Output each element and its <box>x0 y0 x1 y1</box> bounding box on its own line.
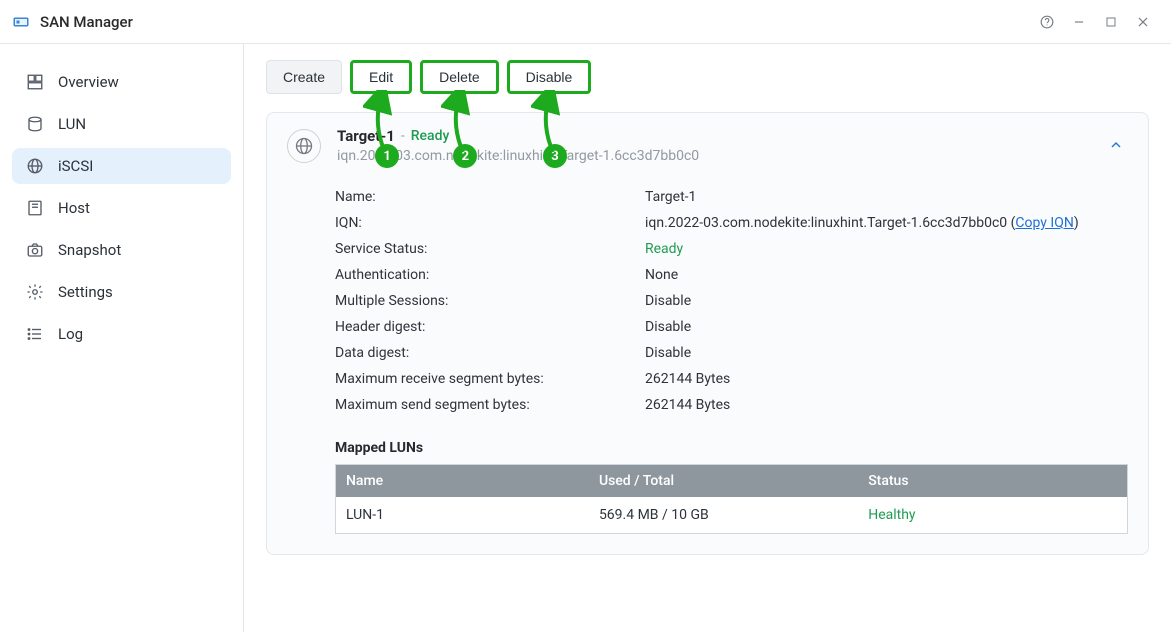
prop-value: iqn.2022-03.com.nodekite:linuxhint.Targe… <box>645 215 1079 231</box>
sidebar-item-label: Snapshot <box>58 241 121 259</box>
content-area: Create Edit Delete Disable Target-1 - Re… <box>244 44 1171 632</box>
collapse-chevron-icon[interactable] <box>1108 137 1124 157</box>
app-icon <box>12 13 30 31</box>
sidebar-item-label: LUN <box>58 115 86 133</box>
target-properties: Name:Target-1IQN:iqn.2022-03.com.nodekit… <box>335 184 1128 418</box>
prop-row: Service Status:Ready <box>335 236 1128 262</box>
mapped-luns-title: Mapped LUNs <box>335 440 1128 456</box>
disable-button[interactable]: Disable <box>507 60 592 94</box>
prop-value: None <box>645 267 678 283</box>
app-title: SAN Manager <box>40 13 133 31</box>
lun-col-header: Name <box>336 465 589 498</box>
prop-label: Data digest: <box>335 345 645 361</box>
globe-icon <box>26 157 44 175</box>
minimize-button[interactable] <box>1063 8 1095 36</box>
target-name: Target-1 <box>337 127 395 145</box>
create-button[interactable]: Create <box>266 60 342 94</box>
prop-label: Authentication: <box>335 267 645 283</box>
sidebar-item-label: Host <box>58 199 90 217</box>
prop-row: Maximum receive segment bytes:262144 Byt… <box>335 366 1128 392</box>
target-status: Ready <box>411 128 450 144</box>
prop-label: Service Status: <box>335 241 645 257</box>
mapped-luns-section: Mapped LUNs NameUsed / TotalStatus LUN-1… <box>335 440 1128 534</box>
prop-label: Maximum send segment bytes: <box>335 397 645 413</box>
copy-iqn-link[interactable]: Copy IQN <box>1015 215 1073 231</box>
dashboard-icon <box>26 73 44 91</box>
prop-row: Authentication:None <box>335 262 1128 288</box>
list-icon <box>26 325 44 343</box>
prop-value: 262144 Bytes <box>645 397 730 413</box>
prop-row: Maximum send segment bytes:262144 Bytes <box>335 392 1128 418</box>
prop-label: Header digest: <box>335 319 645 335</box>
lun-row[interactable]: LUN-1569.4 MB / 10 GBHealthy <box>336 497 1128 534</box>
prop-row: Multiple Sessions:Disable <box>335 288 1128 314</box>
prop-value: Disable <box>645 319 691 335</box>
prop-row: IQN:iqn.2022-03.com.nodekite:linuxhint.T… <box>335 210 1128 236</box>
prop-value: Ready <box>645 241 683 257</box>
drive-icon <box>26 115 44 133</box>
prop-label: Maximum receive segment bytes: <box>335 371 645 387</box>
lun-status: Healthy <box>858 497 1127 534</box>
sidebar-item-snapshot[interactable]: Snapshot <box>12 232 231 268</box>
sidebar-item-label: iSCSI <box>58 157 93 175</box>
prop-label: IQN: <box>335 215 645 231</box>
target-panel: Target-1 - Ready iqn.2022-03.com.nodekit… <box>266 112 1149 555</box>
prop-value: Disable <box>645 293 691 309</box>
delete-button[interactable]: Delete <box>420 60 498 94</box>
toolbar: Create Edit Delete Disable <box>266 60 1149 94</box>
lun-table: NameUsed / TotalStatus LUN-1569.4 MB / 1… <box>335 464 1128 534</box>
prop-row: Data digest:Disable <box>335 340 1128 366</box>
lun-col-header: Used / Total <box>589 465 858 498</box>
prop-label: Name: <box>335 189 645 205</box>
lun-name: LUN-1 <box>336 497 589 534</box>
sidebar-item-overview[interactable]: Overview <box>12 64 231 100</box>
help-button[interactable] <box>1031 8 1063 36</box>
sidebar-item-label: Log <box>58 325 83 343</box>
gear-icon <box>26 283 44 301</box>
host-icon <box>26 199 44 217</box>
prop-row: Header digest:Disable <box>335 314 1128 340</box>
prop-label: Multiple Sessions: <box>335 293 645 309</box>
sidebar-item-label: Overview <box>58 73 119 91</box>
lun-used-total: 569.4 MB / 10 GB <box>589 497 858 534</box>
sidebar-item-log[interactable]: Log <box>12 316 231 352</box>
prop-row: Name:Target-1 <box>335 184 1128 210</box>
prop-value: 262144 Bytes <box>645 371 730 387</box>
camera-icon <box>26 241 44 259</box>
sidebar-item-host[interactable]: Host <box>12 190 231 226</box>
maximize-button[interactable] <box>1095 8 1127 36</box>
sidebar-item-settings[interactable]: Settings <box>12 274 231 310</box>
sidebar-item-lun[interactable]: LUN <box>12 106 231 142</box>
prop-value: Target-1 <box>645 189 696 205</box>
edit-button[interactable]: Edit <box>350 60 412 94</box>
lun-col-header: Status <box>858 465 1127 498</box>
close-button[interactable] <box>1127 8 1159 36</box>
sidebar-item-label: Settings <box>58 283 113 301</box>
sidebar: Overview LUN iSCSI Host Snapshot Settings Log <box>0 44 244 632</box>
globe-icon <box>287 129 321 163</box>
prop-value: Disable <box>645 345 691 361</box>
target-iqn: iqn.2022-03.com.nodekite:linuxhint.Targe… <box>337 148 1128 164</box>
panel-header: Target-1 - Ready iqn.2022-03.com.nodekit… <box>287 127 1128 164</box>
sidebar-item-iscsi[interactable]: iSCSI <box>12 148 231 184</box>
window-titlebar: SAN Manager <box>0 0 1171 44</box>
